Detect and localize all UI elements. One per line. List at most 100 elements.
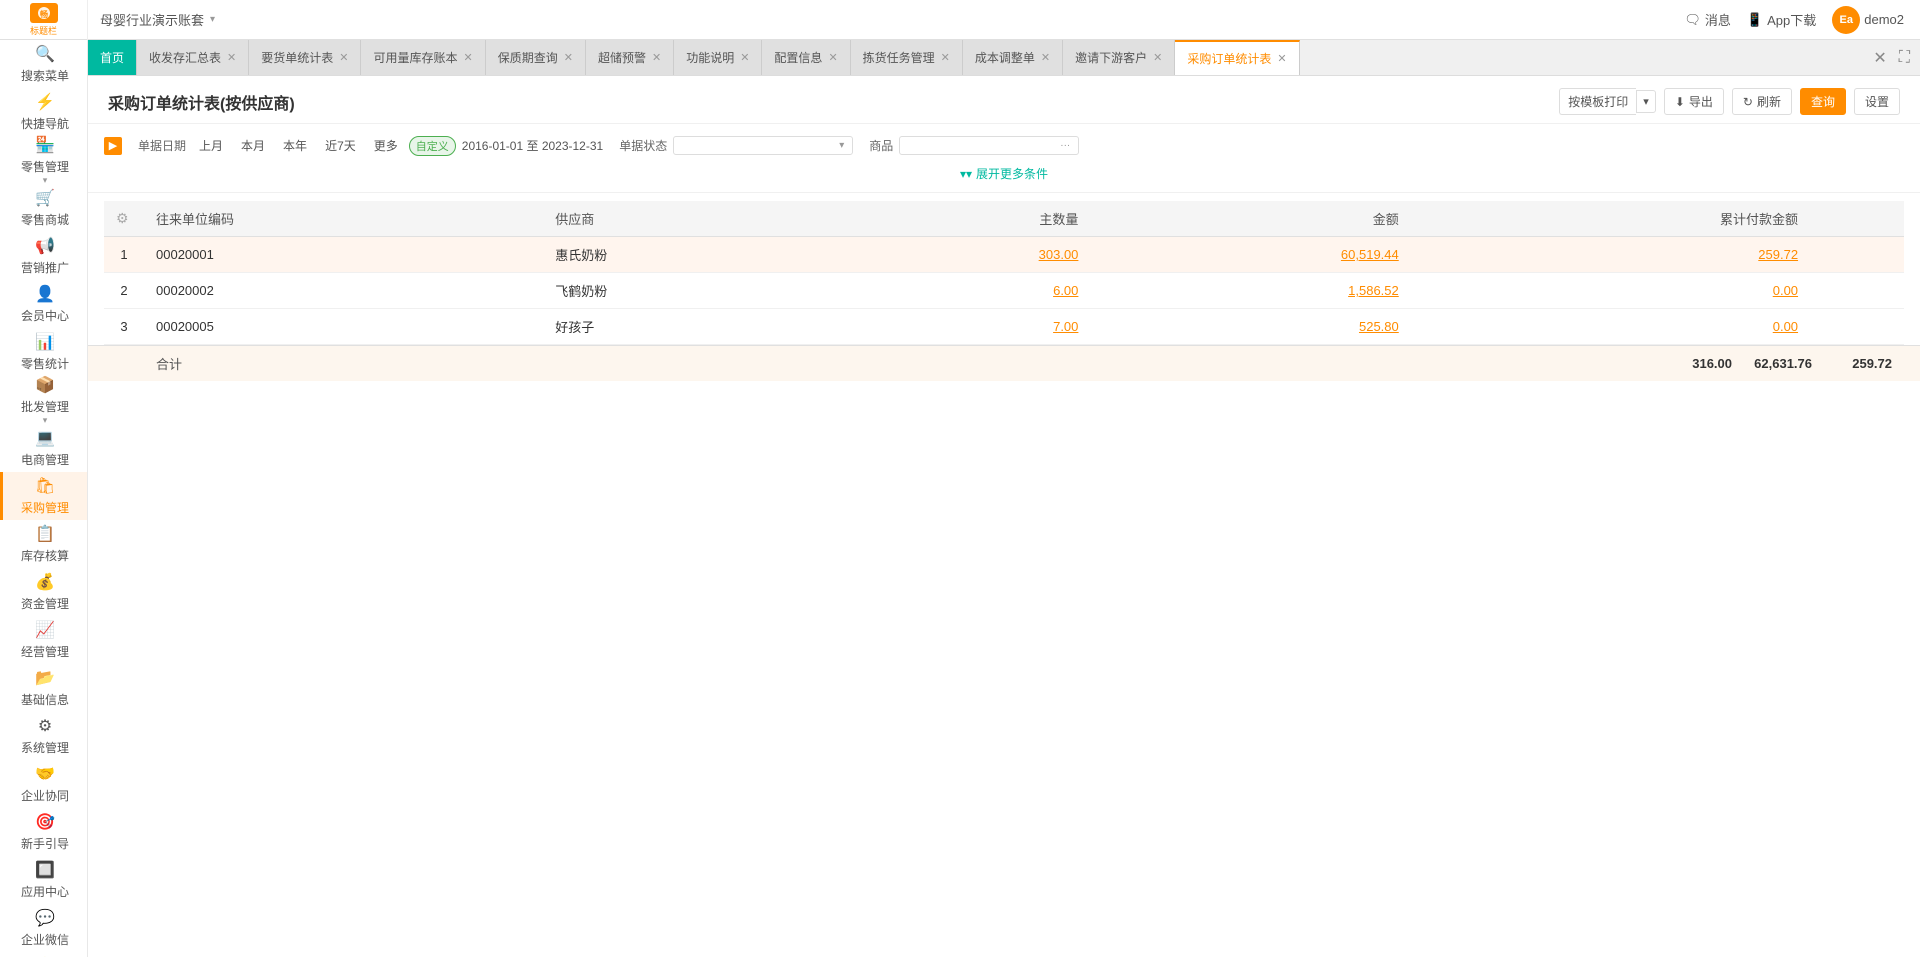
export-button[interactable]: ⬇ 导出 [1664, 88, 1724, 115]
sidebar-item-retail[interactable]: 🏪零售管理▾ [0, 136, 87, 184]
tab-close-拣货任务管理[interactable]: ✕ [941, 51, 950, 64]
row-amount[interactable]: 60,519.44 [1090, 237, 1410, 273]
sidebar-item-operations[interactable]: 📈经营管理 [0, 616, 87, 664]
tab-超储预警[interactable]: 超储预警✕ [586, 40, 674, 76]
tab-可用量库存账本[interactable]: 可用量库存账本 ✕ [361, 40, 485, 76]
row-qty[interactable]: 6.00 [841, 273, 1091, 309]
collapse-button[interactable]: ▾▾ 展开更多条件 [960, 165, 1048, 182]
sidebar-label-member: 会员中心 [21, 307, 69, 324]
sidebar-label-quick: 快捷导航 [21, 115, 69, 132]
tab-采购订单统计表[interactable]: 采购订单统计表✕ [1175, 40, 1299, 76]
sidebar-icon-wechat: 💬 [35, 908, 55, 928]
print-button[interactable]: 按模板打印 ▾ [1559, 88, 1656, 115]
sidebar-item-system[interactable]: ⚙系统管理 [0, 712, 87, 760]
tab-拣货任务管理[interactable]: 拣货任务管理✕ [851, 40, 963, 76]
app-download-button[interactable]: 📱 App下载 [1747, 10, 1816, 29]
maximize-button[interactable]: ⛶ [1895, 47, 1914, 69]
user-profile[interactable]: Ea demo2 [1832, 6, 1904, 34]
settings-button[interactable]: 设置 [1854, 88, 1900, 115]
tab-收发存汇总表[interactable]: 收发存汇总表✕ [137, 40, 249, 76]
tab-功能说明[interactable]: 功能说明✕ [674, 40, 762, 76]
sidebar-label-enterprise: 企业协同 [21, 787, 69, 804]
custom-date-tag[interactable]: 自定义 [409, 136, 456, 156]
sidebar-item-enterprise[interactable]: 🤝企业协同 [0, 760, 87, 808]
page-title: 采购订单统计表(按供应商) [108, 90, 295, 114]
row-index: 3 [104, 309, 144, 345]
sidebar-item-ecommerce[interactable]: 💻电商管理 [0, 424, 87, 472]
sidebar-item-vip[interactable]: ⭐畅会员 [0, 952, 87, 957]
sidebar-item-inventory[interactable]: 📋库存核算 [0, 520, 87, 568]
tab-home[interactable]: 首页 [88, 40, 137, 76]
sidebar-item-store[interactable]: 🛒 零售商城 [0, 184, 87, 232]
sidebar-item-purchase[interactable]: 🛍采购管理 [0, 472, 87, 520]
sidebar-label-store: 零售商城 [21, 211, 69, 228]
sidebar-item-search[interactable]: 🔍搜索菜单 [0, 40, 87, 88]
query-button[interactable]: 查询 [1800, 88, 1846, 115]
tab-close-收发存汇总表[interactable]: ✕ [227, 51, 236, 64]
sidebar-icon-retail_stats: 📊 [35, 332, 55, 352]
close-tab-button[interactable]: ✕ [1869, 46, 1890, 70]
sidebar-icon-store: 🛒 [35, 188, 55, 208]
tab-close-要货单统计表[interactable]: ✕ [339, 51, 348, 64]
row-paid[interactable]: 0.00 [1411, 273, 1810, 309]
filter-toggle-icon[interactable]: ▶ [104, 137, 122, 155]
tab-要货单统计表[interactable]: 要货单统计表✕ [249, 40, 361, 76]
goods-input[interactable]: ··· [899, 136, 1079, 155]
tab-close-功能说明[interactable]: ✕ [740, 51, 749, 64]
tab-close-超储预警[interactable]: ✕ [652, 51, 661, 64]
shortcut-this-year[interactable]: 本年 [276, 134, 314, 157]
column-settings-icon[interactable]: ⚙ [116, 210, 129, 226]
shortcut-this-month[interactable]: 本月 [234, 134, 272, 157]
tab-close-保质期查询[interactable]: ✕ [564, 51, 573, 64]
sidebar-icon-finance: 💰 [35, 572, 55, 592]
workspace-selector[interactable]: 母婴行业演示账套 ▾ [88, 10, 1684, 29]
tab-close-配置信息[interactable]: ✕ [828, 51, 837, 64]
sidebar-icon-quick: ⚡ [35, 92, 55, 112]
shortcut-last-month[interactable]: 上月 [192, 134, 230, 157]
tab-邀请下游客户[interactable]: 邀请下游客户✕ [1063, 40, 1175, 76]
refresh-button[interactable]: ↻ 刷新 [1732, 88, 1792, 115]
row-paid[interactable]: 259.72 [1411, 237, 1810, 273]
tab-close-邀请下游客户[interactable]: ✕ [1153, 51, 1162, 64]
tab-label-可用量库存账本: 可用量库存账本 [373, 49, 457, 66]
filter-bar: ▶ 单据日期 上月 本月 本年 近7天 更多 自定义 2016-01-01 至 … [88, 124, 1920, 193]
sidebar-icon-newguide: 🎯 [35, 812, 55, 832]
data-table: ⚙ 往来单位编码 供应商 主数量 金额 累计付款金额 1 00020001 [104, 201, 1904, 345]
date-range-value: 2016-01-01 至 2023-12-31 [462, 137, 603, 154]
tab-close-成本调整单[interactable]: ✕ [1041, 51, 1050, 64]
status-select[interactable]: ▾ [673, 136, 853, 155]
row-qty[interactable]: 303.00 [841, 237, 1091, 273]
row-amount[interactable]: 525.80 [1090, 309, 1410, 345]
sidebar-item-newguide[interactable]: 🎯新手引导 [0, 808, 87, 856]
tab-close-可用量库存账本[interactable]: ✕ [464, 51, 473, 64]
sidebar-item-quick[interactable]: ⚡ 快捷导航 [0, 88, 87, 136]
row-amount[interactable]: 1,586.52 [1090, 273, 1410, 309]
sidebar-item-finance[interactable]: 💰资金管理 [0, 568, 87, 616]
sidebar-icon-wholesale: 📦 [35, 375, 55, 395]
sidebar-item-wechat[interactable]: 💬企业微信 [0, 904, 87, 952]
print-arrow-icon[interactable]: ▾ [1636, 90, 1656, 113]
collapse-row: ▾▾ 展开更多条件 [104, 165, 1904, 182]
sidebar-item-wholesale[interactable]: 📦批发管理▾ [0, 376, 87, 424]
row-qty[interactable]: 7.00 [841, 309, 1091, 345]
sidebar-item-marketing[interactable]: 📢营销推广 [0, 232, 87, 280]
sidebar-item-retail_stats[interactable]: 📊零售统计 [0, 328, 87, 376]
messages-button[interactable]: 🗨 消息 [1684, 10, 1731, 29]
sidebar-item-appcenter[interactable]: 🔲应用中心 [0, 856, 87, 904]
tabs-end-buttons: ✕ ⛶ [1869, 46, 1920, 70]
sidebar-item-member[interactable]: 👤会员中心 [0, 280, 87, 328]
tab-close-采购订单统计表[interactable]: ✕ [1277, 52, 1286, 65]
sidebar-icon-marketing: 📢 [35, 236, 55, 256]
tab-配置信息[interactable]: 配置信息✕ [762, 40, 850, 76]
tab-成本调整单[interactable]: 成本调整单✕ [963, 40, 1063, 76]
tab-保质期查询[interactable]: 保质期查询✕ [486, 40, 586, 76]
row-index: 2 [104, 273, 144, 309]
print-label: 按模板打印 [1559, 88, 1636, 115]
sidebar-item-base[interactable]: 📂基础信息 [0, 664, 87, 712]
shortcut-7days[interactable]: 近7天 [318, 134, 363, 157]
row-paid[interactable]: 0.00 [1411, 309, 1810, 345]
goods-more-icon[interactable]: ··· [1060, 140, 1070, 151]
shortcut-more[interactable]: 更多 [367, 134, 405, 157]
date-filter-group: 单据日期 上月 本月 本年 近7天 更多 自定义 2016-01-01 至 20… [138, 134, 603, 157]
col-amount: 金额 [1090, 201, 1410, 237]
